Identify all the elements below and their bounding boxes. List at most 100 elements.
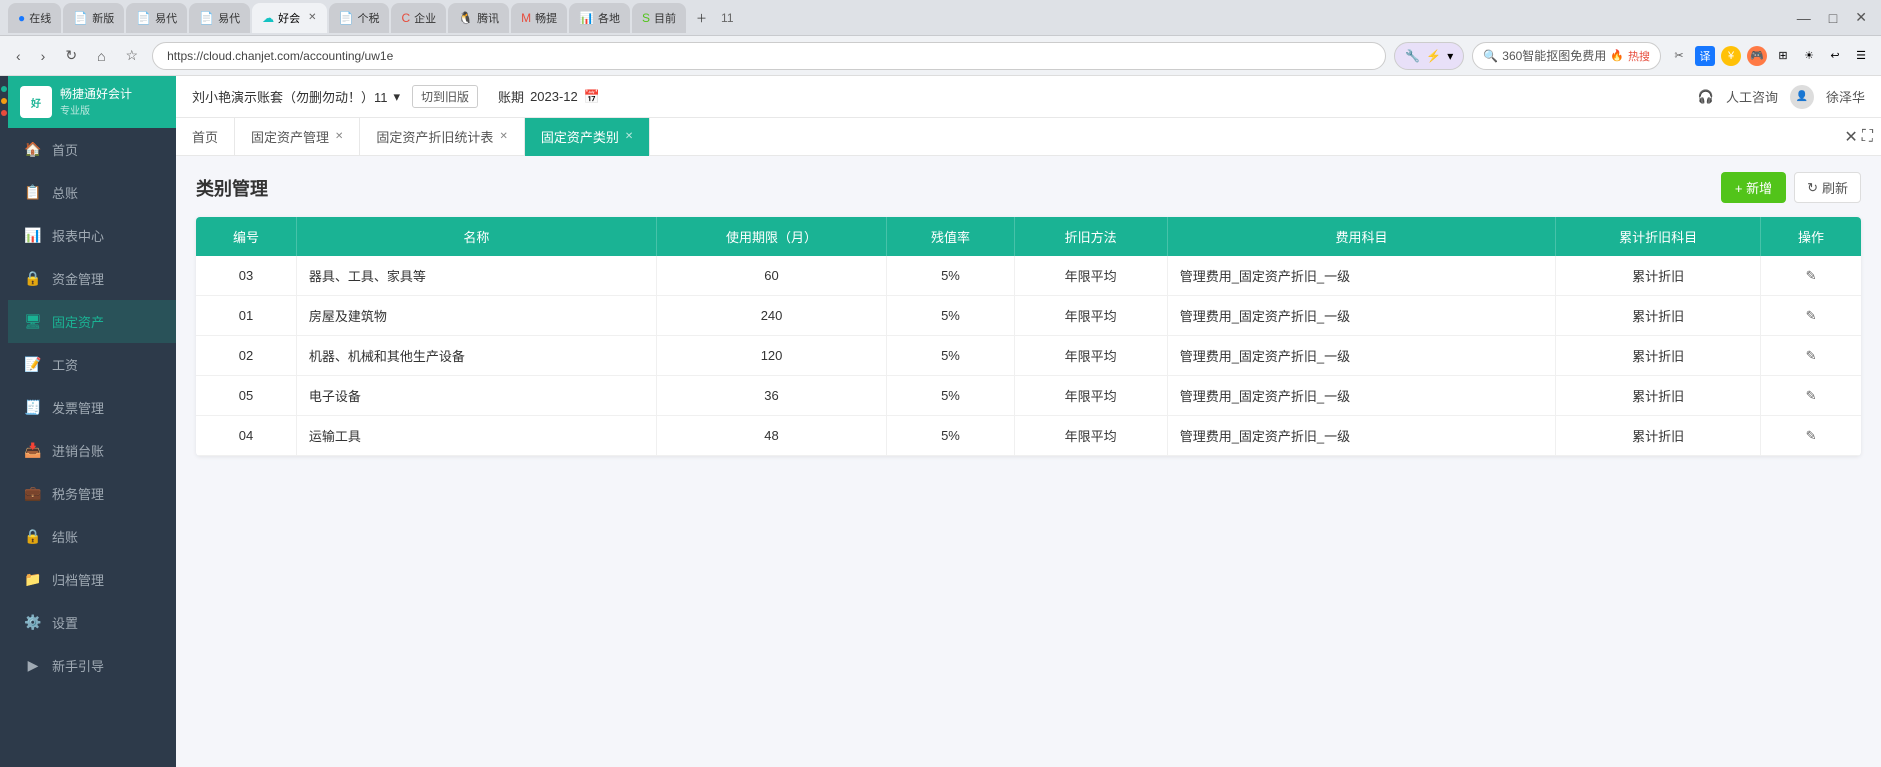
period-value: 2023-12 — [530, 89, 578, 104]
reload-button[interactable]: ↻ — [59, 43, 83, 68]
settings-icon: ⚙️ — [24, 614, 42, 632]
logo-text: 畅捷通好会计 — [60, 87, 132, 103]
sidebar: 好 畅捷通好会计 专业版 🏠 首页 📋 总账 📊 报表中心 🔒 资金管理 — [8, 76, 176, 767]
back-button[interactable]: ‹ — [10, 44, 27, 68]
sidebar-item-tax[interactable]: 💼 税务管理 — [8, 472, 176, 515]
table-row: 05电子设备365%年限平均管理费用_固定资产折旧_一级累计折旧✎ — [196, 376, 1861, 416]
bookmark-button[interactable]: ☆ — [120, 43, 145, 68]
ext-undo[interactable]: ↩ — [1825, 46, 1845, 66]
browser-tab-zaixin[interactable]: ● 在线 — [8, 3, 61, 33]
accent-dot-3 — [1, 110, 7, 116]
sidebar-item-invoice[interactable]: 🧾 发票管理 — [8, 386, 176, 429]
tools-icon: 🔧 — [1405, 49, 1420, 63]
username: 徐泽华 — [1826, 87, 1865, 106]
tax-icon: 💼 — [24, 485, 42, 503]
col-header-period: 使用期限（月） — [656, 217, 887, 256]
browser-tab-add[interactable]: ＋ — [688, 3, 715, 33]
minimize-button[interactable]: — — [1791, 6, 1817, 30]
tab-asset-category[interactable]: 固定资产类别 ✕ — [525, 118, 650, 156]
tools-dropdown: ▾ — [1447, 49, 1453, 63]
header-actions: + 新增 ↻ 刷新 — [1721, 172, 1861, 203]
help-label[interactable]: 人工咨询 — [1726, 87, 1778, 106]
edit-button[interactable]: ✎ — [1806, 268, 1817, 283]
payroll-icon: 📝 — [24, 356, 42, 374]
ext-brightness[interactable]: ☀ — [1799, 46, 1819, 66]
close-button[interactable]: ✕ — [1849, 5, 1873, 30]
sidebar-item-general-ledger[interactable]: 📋 总账 — [8, 171, 176, 214]
sidebar-item-reports[interactable]: 📊 报表中心 — [8, 214, 176, 257]
tab-close-haohui[interactable]: ✕ — [308, 12, 316, 23]
col-header-expense: 费用科目 — [1167, 217, 1556, 256]
tab-expand-button[interactable]: ⛶ — [1862, 128, 1873, 146]
search-icon: 🔍 — [1483, 49, 1498, 63]
tab-bar: 首页 固定资产管理 ✕ 固定资产折旧统计表 ✕ 固定资产类别 ✕ ✕ ⛶ — [176, 118, 1881, 156]
tab-close-fixed-assets-mgmt[interactable]: ✕ — [335, 131, 343, 142]
browser-tools: 🔧 ⚡ ▾ — [1394, 42, 1464, 70]
ext-game[interactable]: 🎮 — [1747, 46, 1767, 66]
ext-translate[interactable]: 译 — [1695, 46, 1715, 66]
forward-button[interactable]: › — [35, 44, 52, 68]
restore-button[interactable]: □ — [1823, 6, 1843, 30]
search-bar[interactable]: 🔍 360智能抠图免费用 🔥 热搜 — [1472, 42, 1661, 70]
sidebar-item-close-period[interactable]: 🔒 结账 — [8, 515, 176, 558]
help-icon: 🎧 — [1698, 89, 1714, 105]
archive-icon: 📁 — [24, 571, 42, 589]
edit-button[interactable]: ✎ — [1806, 308, 1817, 323]
accent-dot-2 — [1, 98, 7, 104]
table-row: 03器具、工具、家具等605%年限平均管理费用_固定资产折旧_一级累计折旧✎ — [196, 256, 1861, 296]
browser-tab-gedi[interactable]: 📊 各地 — [569, 3, 630, 33]
company-name: 刘小艳演示账套（勿删勿动！）11 — [192, 87, 388, 106]
refresh-button[interactable]: ↻ 刷新 — [1794, 172, 1861, 203]
ext-icons: ✂ 译 ¥ 🎮 ⊞ ☀ ↩ ☰ — [1669, 46, 1871, 66]
calendar-icon[interactable]: 📅 — [584, 89, 600, 105]
tab-depreciation-report[interactable]: 固定资产折旧统计表 ✕ — [360, 118, 524, 156]
logo-icon: 好 — [20, 86, 52, 118]
sidebar-item-payroll[interactable]: 📝 工资 — [8, 343, 176, 386]
period-label: 账期 — [498, 87, 524, 106]
ext-coin[interactable]: ¥ — [1721, 46, 1741, 66]
browser-tab-geshui[interactable]: 📄 个税 — [329, 3, 390, 33]
home-button[interactable]: ⌂ — [91, 44, 111, 68]
sidebar-item-funds[interactable]: 🔒 资金管理 — [8, 257, 176, 300]
tab-close-depreciation-report[interactable]: ✕ — [499, 131, 507, 142]
browser-tab-haohui[interactable]: ☁ 好会 ✕ — [252, 3, 326, 33]
funds-icon: 🔒 — [24, 270, 42, 288]
col-header-method: 折旧方法 — [1014, 217, 1167, 256]
guide-icon: ▶ — [24, 657, 42, 675]
edit-button[interactable]: ✎ — [1806, 348, 1817, 363]
tab-fixed-assets-mgmt[interactable]: 固定资产管理 ✕ — [235, 118, 360, 156]
ext-grid[interactable]: ⊞ — [1773, 46, 1793, 66]
add-button[interactable]: + 新增 — [1721, 172, 1786, 203]
browser-tab-changjian[interactable]: M 畅提 — [511, 3, 567, 33]
sidebar-item-stock[interactable]: 📥 进销台账 — [8, 429, 176, 472]
browser-tab-qiye[interactable]: C 企业 — [391, 3, 446, 33]
col-header-acc-dep: 累计折旧科目 — [1556, 217, 1761, 256]
edit-button[interactable]: ✎ — [1806, 388, 1817, 403]
sidebar-item-fixed-assets[interactable]: 🖥 固定资产 — [8, 300, 176, 343]
sidebar-item-guide[interactable]: ▶ 新手引导 — [8, 644, 176, 687]
tools-lightning: ⚡ — [1426, 49, 1441, 63]
page-header: 类别管理 + 新增 ↻ 刷新 — [196, 172, 1861, 203]
tab-count-badge: 11 — [721, 11, 733, 25]
browser-tab-yidai1[interactable]: 📄 易代 — [126, 3, 187, 33]
main-content: 刘小艳演示账套（勿删勿动！）11 ▾ 切到旧版 账期 2023-12 📅 🎧 人… — [176, 76, 1881, 767]
sidebar-item-home[interactable]: 🏠 首页 — [8, 128, 176, 171]
ext-scissors[interactable]: ✂ — [1669, 46, 1689, 66]
ext-menu[interactable]: ☰ — [1851, 46, 1871, 66]
company-selector[interactable]: 刘小艳演示账套（勿删勿动！）11 ▾ — [192, 87, 400, 106]
table-row: 01房屋及建筑物2405%年限平均管理费用_固定资产折旧_一级累计折旧✎ — [196, 296, 1861, 336]
browser-tab-yidai2[interactable]: 📄 易代 — [189, 3, 250, 33]
accent-dot-1 — [1, 86, 7, 92]
tab-home[interactable]: 首页 — [176, 118, 235, 156]
address-bar[interactable] — [152, 42, 1386, 70]
sidebar-item-archive[interactable]: 📁 归档管理 — [8, 558, 176, 601]
sidebar-item-settings[interactable]: ⚙️ 设置 — [8, 601, 176, 644]
tab-close-all-button[interactable]: ✕ — [1844, 127, 1857, 147]
top-bar: 刘小艳演示账套（勿删勿动！）11 ▾ 切到旧版 账期 2023-12 📅 🎧 人… — [176, 76, 1881, 118]
edit-button[interactable]: ✎ — [1806, 428, 1817, 443]
browser-tab-tengxun[interactable]: 🐧 腾讯 — [448, 3, 509, 33]
browser-tab-muqian[interactable]: S 目前 — [632, 3, 686, 33]
browser-tab-xinban[interactable]: 📄 新版 — [63, 3, 124, 33]
switch-version-button[interactable]: 切到旧版 — [412, 85, 478, 108]
tab-close-asset-category[interactable]: ✕ — [625, 131, 633, 142]
